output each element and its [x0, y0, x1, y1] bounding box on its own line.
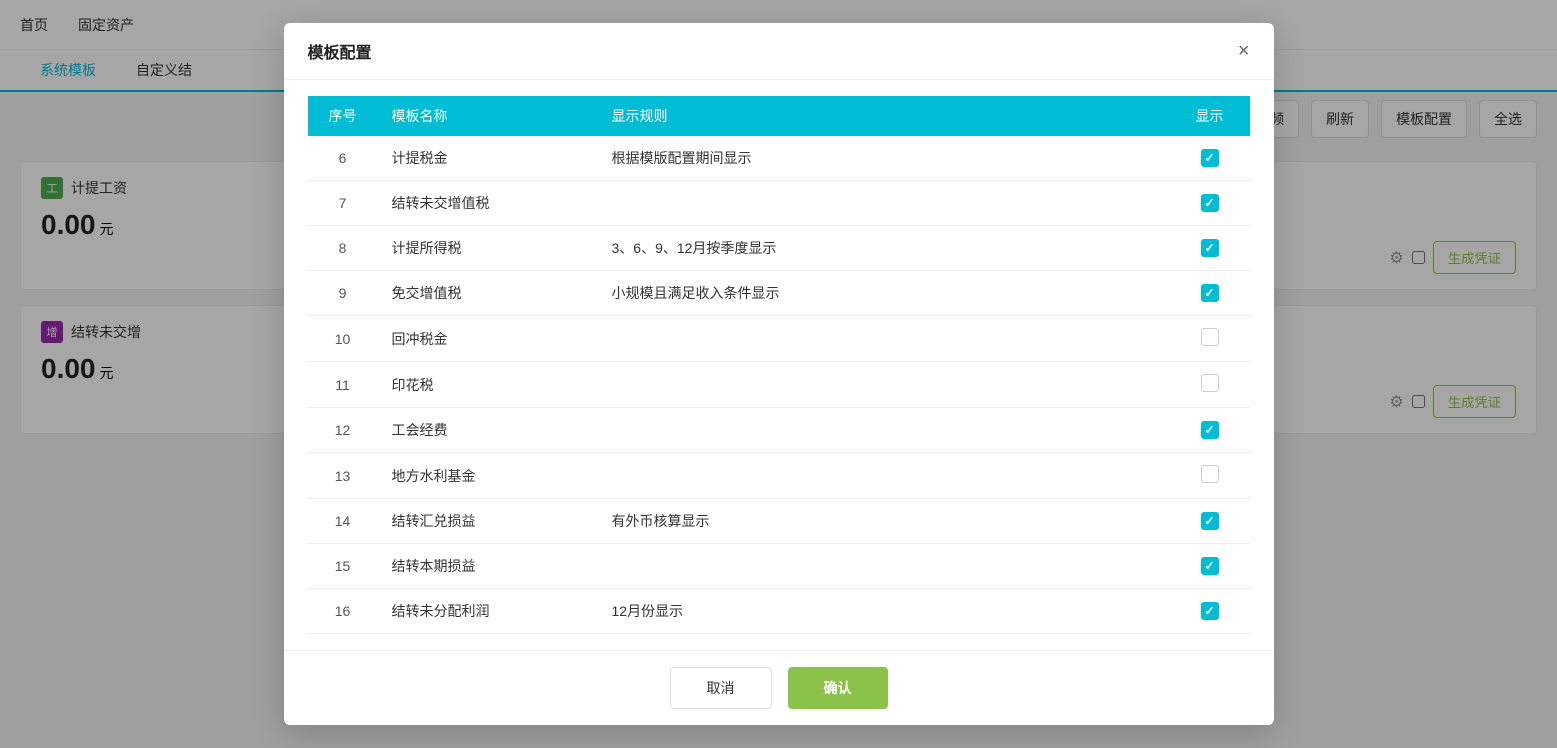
table-row: 10回冲税金: [308, 316, 1250, 362]
cell-name: 地方水利基金: [378, 453, 598, 499]
cell-id: 9: [308, 271, 378, 316]
cell-id: 8: [308, 226, 378, 271]
display-checkbox[interactable]: [1201, 239, 1219, 257]
display-checkbox[interactable]: [1201, 328, 1219, 346]
cell-rule: [598, 544, 1170, 589]
cell-name: 工会经费: [378, 408, 598, 453]
display-checkbox[interactable]: [1201, 149, 1219, 167]
cell-id: 13: [308, 453, 378, 499]
cell-rule: 3、6、9、12月按季度显示: [598, 226, 1170, 271]
cell-display: [1170, 271, 1250, 316]
display-checkbox[interactable]: [1201, 194, 1219, 212]
table-row: 11印花税: [308, 362, 1250, 408]
cell-name: 结转未分配利润: [378, 589, 598, 634]
display-checkbox[interactable]: [1201, 421, 1219, 439]
cell-display: [1170, 499, 1250, 544]
display-checkbox[interactable]: [1201, 465, 1219, 483]
col-header-rule: 显示规则: [598, 96, 1170, 136]
cell-id: 11: [308, 362, 378, 408]
config-table: 序号 模板名称 显示规则 显示 6计提税金根据模版配置期间显示7结转未交增值税8…: [308, 96, 1250, 634]
cell-rule: [598, 316, 1170, 362]
modal-header: 模板配置 ×: [284, 23, 1274, 80]
cell-rule: [598, 408, 1170, 453]
cell-id: 6: [308, 136, 378, 181]
display-checkbox[interactable]: [1201, 512, 1219, 530]
col-header-name: 模板名称: [378, 96, 598, 136]
table-row: 6计提税金根据模版配置期间显示: [308, 136, 1250, 181]
cell-name: 印花税: [378, 362, 598, 408]
cell-display: [1170, 362, 1250, 408]
cell-id: 10: [308, 316, 378, 362]
cell-name: 结转汇兑损益: [378, 499, 598, 544]
cell-display: [1170, 544, 1250, 589]
table-container: 序号 模板名称 显示规则 显示 6计提税金根据模版配置期间显示7结转未交增值税8…: [308, 96, 1250, 634]
display-checkbox[interactable]: [1201, 557, 1219, 575]
cell-id: 7: [308, 181, 378, 226]
cell-id: 16: [308, 589, 378, 634]
col-header-id: 序号: [308, 96, 378, 136]
cell-id: 15: [308, 544, 378, 589]
table-row: 14结转汇兑损益有外币核算显示: [308, 499, 1250, 544]
cell-display: [1170, 408, 1250, 453]
display-checkbox[interactable]: [1201, 284, 1219, 302]
col-header-display: 显示: [1170, 96, 1250, 136]
display-checkbox[interactable]: [1201, 602, 1219, 620]
cell-name: 结转本期损益: [378, 544, 598, 589]
cell-display: [1170, 226, 1250, 271]
cell-display: [1170, 181, 1250, 226]
cell-name: 计提税金: [378, 136, 598, 181]
cell-rule: [598, 181, 1170, 226]
modal-close-button[interactable]: ×: [1238, 41, 1250, 61]
cell-name: 计提所得税: [378, 226, 598, 271]
table-body: 6计提税金根据模版配置期间显示7结转未交增值税8计提所得税3、6、9、12月按季…: [308, 136, 1250, 634]
cell-name: 回冲税金: [378, 316, 598, 362]
table-row: 15结转本期损益: [308, 544, 1250, 589]
cell-display: [1170, 589, 1250, 634]
cell-rule: [598, 453, 1170, 499]
cell-rule: 小规模且满足收入条件显示: [598, 271, 1170, 316]
modal-title: 模板配置: [308, 39, 372, 63]
modal-body: 序号 模板名称 显示规则 显示 6计提税金根据模版配置期间显示7结转未交增值税8…: [284, 80, 1274, 650]
cell-rule: 有外币核算显示: [598, 499, 1170, 544]
table-row: 8计提所得税3、6、9、12月按季度显示: [308, 226, 1250, 271]
cell-rule: 根据模版配置期间显示: [598, 136, 1170, 181]
cell-rule: 12月份显示: [598, 589, 1170, 634]
table-row: 13地方水利基金: [308, 453, 1250, 499]
cell-display: [1170, 453, 1250, 499]
table-row: 7结转未交增值税: [308, 181, 1250, 226]
cell-name: 结转未交增值税: [378, 181, 598, 226]
cell-name: 免交增值税: [378, 271, 598, 316]
modal-footer: 取消 确认: [284, 650, 1274, 725]
table-row: 16结转未分配利润12月份显示: [308, 589, 1250, 634]
cell-display: [1170, 316, 1250, 362]
cancel-button[interactable]: 取消: [670, 667, 772, 709]
template-config-modal: 模板配置 × 序号 模板名称 显示规则 显示 6计提税金根据模版配置期间显示7结…: [284, 23, 1274, 725]
table-header-row: 序号 模板名称 显示规则 显示: [308, 96, 1250, 136]
confirm-button[interactable]: 确认: [788, 667, 888, 709]
cell-id: 12: [308, 408, 378, 453]
modal-overlay: 模板配置 × 序号 模板名称 显示规则 显示 6计提税金根据模版配置期间显示7结…: [0, 0, 1557, 748]
cell-id: 14: [308, 499, 378, 544]
cell-display: [1170, 136, 1250, 181]
table-row: 12工会经费: [308, 408, 1250, 453]
display-checkbox[interactable]: [1201, 374, 1219, 392]
cell-rule: [598, 362, 1170, 408]
table-row: 9免交增值税小规模且满足收入条件显示: [308, 271, 1250, 316]
